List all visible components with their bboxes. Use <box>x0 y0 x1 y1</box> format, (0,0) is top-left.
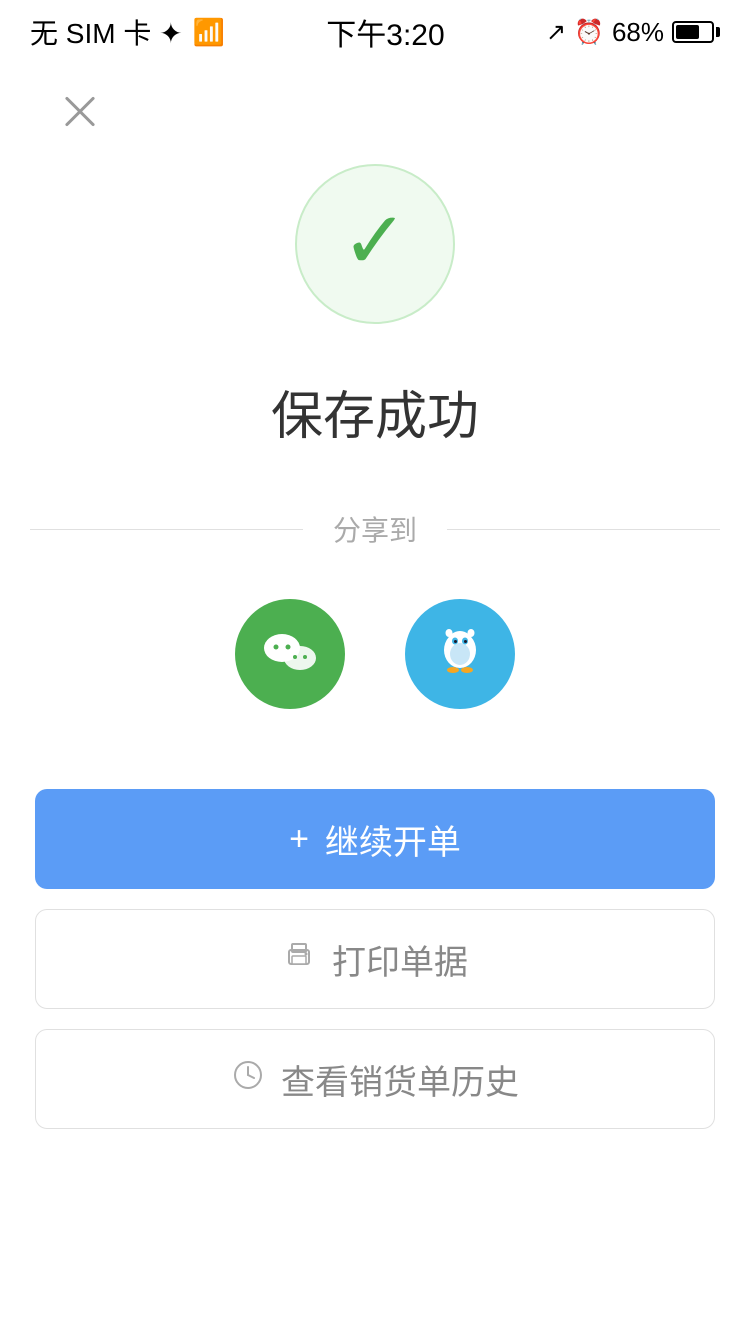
print-label: 打印单据 <box>332 935 468 984</box>
share-label: 分享到 <box>333 509 417 549</box>
location-icon: ↗ <box>546 18 566 47</box>
wechat-share-button[interactable] <box>235 599 345 709</box>
qq-share-button[interactable] <box>405 599 515 709</box>
share-line-right <box>447 529 720 530</box>
wifi-icon: 📶 <box>193 17 225 48</box>
main-content: ✓ 保存成功 分享到 <box>0 64 750 1129</box>
continue-order-label: 继续开单 <box>325 815 461 864</box>
share-line-left <box>30 529 303 530</box>
alarm-icon: ⏰ <box>574 18 604 47</box>
sim-label: 无 SIM 卡 ✦ <box>30 12 183 52</box>
plus-icon: + <box>289 820 309 859</box>
continue-order-button[interactable]: + 继续开单 <box>35 789 715 889</box>
status-right: ↗ ⏰ 68% <box>546 17 720 48</box>
status-bar: 无 SIM 卡 ✦ 📶 下午3:20 ↗ ⏰ 68% <box>0 0 750 64</box>
battery-icon <box>672 21 720 43</box>
qq-icon <box>430 624 490 684</box>
status-left: 无 SIM 卡 ✦ 📶 <box>30 12 225 52</box>
status-time: 下午3:20 <box>326 10 444 54</box>
checkmark-icon: ✓ <box>341 201 408 281</box>
close-button[interactable] <box>50 80 110 140</box>
wechat-icon <box>258 622 323 687</box>
share-section: 分享到 <box>0 509 750 549</box>
printer-icon <box>282 938 316 981</box>
success-title: 保存成功 <box>271 374 479 449</box>
history-label: 查看销货单历史 <box>281 1055 519 1104</box>
success-circle: ✓ <box>295 164 455 324</box>
action-buttons: + 继续开单 打印单据 查看销货单历史 <box>35 789 715 1129</box>
close-x-icon <box>60 90 100 130</box>
battery-percent: 68% <box>612 17 664 48</box>
clock-icon <box>231 1058 265 1101</box>
share-icons <box>235 599 515 709</box>
history-button[interactable]: 查看销货单历史 <box>35 1029 715 1129</box>
print-button[interactable]: 打印单据 <box>35 909 715 1009</box>
